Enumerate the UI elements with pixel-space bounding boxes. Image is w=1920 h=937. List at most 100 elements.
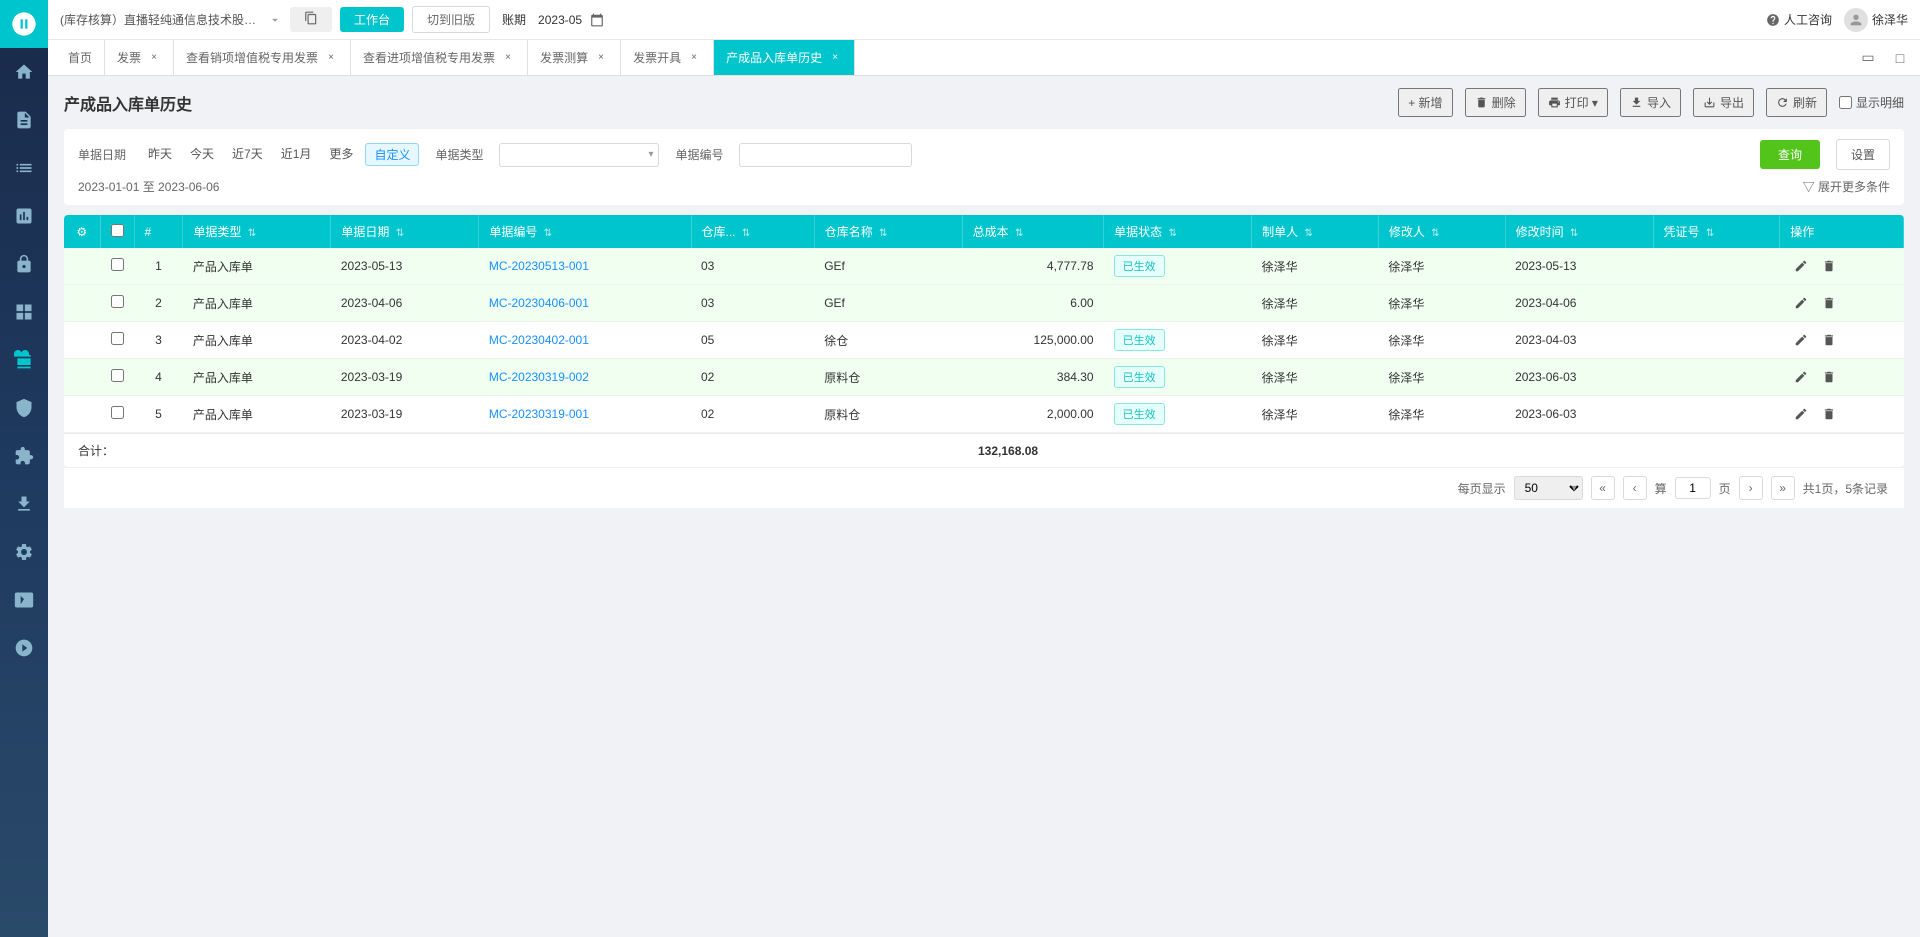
tab-home[interactable]: 首页 (56, 40, 105, 76)
per-page-select[interactable]: 10 20 50 100 (1514, 476, 1583, 500)
th-date[interactable]: 单据日期 ⇅ (331, 215, 479, 248)
row-number: MC-20230513-001 (479, 248, 691, 285)
th-creator[interactable]: 制单人 ⇅ (1252, 215, 1379, 248)
th-warehouse-name[interactable]: 仓库名称 ⇅ (814, 215, 962, 248)
expand-filter-button[interactable]: ▽ 展开更多条件 (1803, 178, 1890, 195)
tab-maximize-button[interactable]: □ (1888, 46, 1912, 70)
row-checkbox[interactable] (111, 406, 124, 419)
th-modifier[interactable]: 修改人 ⇅ (1378, 215, 1505, 248)
first-page-button[interactable]: « (1591, 476, 1615, 500)
tab-product-warehouse-close[interactable]: × (828, 51, 842, 65)
sidebar-item-version[interactable] (0, 624, 48, 672)
brand-dropdown-icon[interactable] (268, 13, 282, 27)
prev-page-button[interactable]: ‹ (1623, 476, 1647, 500)
document-btn[interactable] (290, 7, 332, 32)
sidebar-item-chart[interactable] (0, 144, 48, 192)
sidebar-item-home[interactable] (0, 48, 48, 96)
th-status[interactable]: 单据状态 ⇅ (1104, 215, 1252, 248)
display-detail-toggle[interactable]: 显示明细 (1839, 94, 1904, 111)
row-number-link[interactable]: MC-20230406-001 (489, 296, 589, 310)
delete-button[interactable]: 删除 (1465, 88, 1526, 117)
row-checkbox[interactable] (111, 295, 124, 308)
select-all-checkbox[interactable] (111, 224, 124, 237)
th-settings[interactable]: ⚙ (64, 215, 100, 248)
th-number[interactable]: 单据编号 ⇅ (479, 215, 691, 248)
display-detail-checkbox[interactable] (1839, 96, 1852, 109)
workbench-button[interactable]: 工作台 (340, 7, 404, 32)
tab-check-sale-label: 查看销项增值税专用发票 (186, 49, 318, 66)
delete-icon (1475, 96, 1488, 109)
edit-button[interactable] (1790, 366, 1812, 388)
delete-row-button[interactable] (1818, 403, 1840, 425)
delete-row-button[interactable] (1818, 255, 1840, 277)
calendar-icon[interactable] (590, 13, 604, 27)
settings-filter-button[interactable]: 设置 (1836, 139, 1890, 170)
edit-button[interactable] (1790, 329, 1812, 351)
date-btn-more[interactable]: 更多 (323, 143, 359, 166)
row-number-link[interactable]: MC-20230513-001 (489, 259, 589, 273)
inventory-icon (14, 350, 34, 370)
edit-button[interactable] (1790, 255, 1812, 277)
sidebar-item-template[interactable] (0, 288, 48, 336)
tab-minimize-button[interactable]: ▭ (1856, 46, 1880, 70)
delete-row-button[interactable] (1818, 329, 1840, 351)
edit-button[interactable] (1790, 292, 1812, 314)
sidebar-item-stamp[interactable] (0, 384, 48, 432)
sidebar-item-inventory[interactable] (0, 336, 48, 384)
date-btn-7days[interactable]: 近7天 (226, 143, 269, 166)
new-button[interactable]: + 新增 (1398, 88, 1452, 117)
th-type[interactable]: 单据类型 ⇅ (183, 215, 331, 248)
next-page-button[interactable]: › (1739, 476, 1763, 500)
th-modify-time[interactable]: 修改时间 ⇅ (1505, 215, 1653, 248)
date-btn-1month[interactable]: 近1月 (275, 143, 318, 166)
type-select[interactable]: 产品入库单 (499, 143, 659, 167)
tab-check-purchase-invoice[interactable]: 查看进项增值税专用发票 × (351, 40, 528, 76)
row-checkbox[interactable] (111, 369, 124, 382)
sidebar-item-document[interactable] (0, 96, 48, 144)
sidebar-item-settings[interactable] (0, 528, 48, 576)
tab-check-sale-invoice[interactable]: 查看销项增值税专用发票 × (174, 40, 351, 76)
sidebar-item-media[interactable] (0, 576, 48, 624)
tab-invoice-calc-close[interactable]: × (594, 51, 608, 65)
tab-invoice-open-close[interactable]: × (687, 51, 701, 65)
tab-invoice-calc[interactable]: 发票测算 × (528, 40, 621, 76)
tab-check-purchase-close[interactable]: × (501, 51, 515, 65)
app-logo[interactable] (0, 0, 48, 48)
tab-invoice-open[interactable]: 发票开具 × (621, 40, 714, 76)
delete-row-button[interactable] (1818, 366, 1840, 388)
th-total-cost[interactable]: 总成本 ⇅ (962, 215, 1103, 248)
query-button[interactable]: 查询 (1760, 140, 1820, 169)
import-button[interactable]: 导入 (1620, 88, 1681, 117)
date-btn-today[interactable]: 今天 (184, 143, 220, 166)
th-voucher[interactable]: 凭证号 ⇅ (1653, 215, 1780, 248)
date-btn-yesterday[interactable]: 昨天 (142, 143, 178, 166)
row-checkbox[interactable] (111, 258, 124, 271)
row-checkbox[interactable] (111, 332, 124, 345)
th-warehouse-code[interactable]: 仓库... ⇅ (691, 215, 814, 248)
support-link[interactable]: 人工咨询 (1766, 11, 1832, 28)
number-input[interactable] (739, 143, 912, 167)
tab-check-sale-close[interactable]: × (324, 51, 338, 65)
row-number-link[interactable]: MC-20230319-001 (489, 407, 589, 421)
tab-invoice[interactable]: 发票 × (105, 40, 174, 76)
page-number-input[interactable] (1675, 477, 1711, 499)
sidebar-item-analysis[interactable] (0, 192, 48, 240)
avatar (1844, 8, 1868, 32)
tab-invoice-close[interactable]: × (147, 51, 161, 65)
tab-product-warehouse[interactable]: 产成品入库单历史 × (714, 40, 855, 76)
refresh-button[interactable]: 刷新 (1766, 88, 1827, 117)
last-page-button[interactable]: » (1771, 476, 1795, 500)
switch-version-button[interactable]: 切到旧版 (412, 6, 490, 33)
date-btn-custom[interactable]: 自定义 (365, 143, 419, 166)
edit-button[interactable] (1790, 403, 1812, 425)
row-number-link[interactable]: MC-20230319-002 (489, 370, 589, 384)
status-badge: 已生效 (1114, 366, 1165, 388)
delete-row-button[interactable] (1818, 292, 1840, 314)
export-button[interactable]: 导出 (1693, 88, 1754, 117)
sidebar-item-download[interactable] (0, 480, 48, 528)
sidebar-item-lock[interactable] (0, 240, 48, 288)
user-menu[interactable]: 徐泽华 (1844, 8, 1908, 32)
sidebar-item-api[interactable] (0, 432, 48, 480)
row-number-link[interactable]: MC-20230402-001 (489, 333, 589, 347)
print-button[interactable]: 打印 ▾ (1538, 88, 1608, 117)
